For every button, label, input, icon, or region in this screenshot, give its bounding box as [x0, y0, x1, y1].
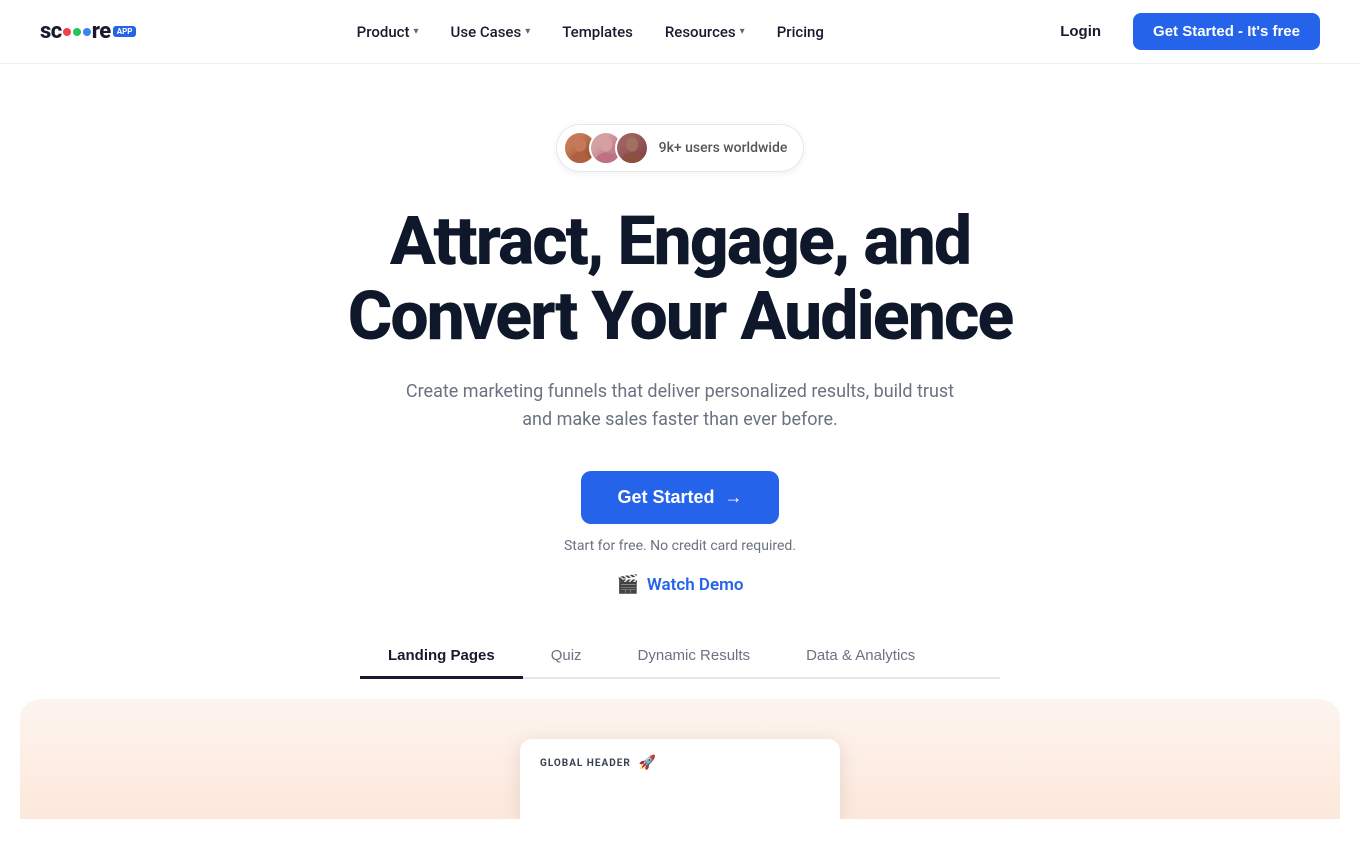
chevron-down-icon-3: ▾ [740, 26, 745, 37]
logo[interactable]: sc re APP [40, 19, 136, 44]
tab-quiz[interactable]: Quiz [523, 635, 610, 679]
get-started-nav-button[interactable]: Get Started - It's free [1133, 13, 1320, 50]
preview-card: GLOBAL HEADER 🚀 [520, 739, 840, 819]
tab-landing-pages-label: Landing Pages [388, 647, 495, 664]
login-button[interactable]: Login [1044, 15, 1117, 48]
nav-item-use-cases[interactable]: Use Cases ▾ [451, 23, 531, 41]
hero-title-line1: Attract, Engage, and [390, 201, 970, 281]
hero-title-line2: Convert Your Audience [348, 276, 1012, 356]
nav-label-pricing: Pricing [777, 23, 824, 41]
nav-links: Product ▾ Use Cases ▾ Templates Resource… [357, 23, 824, 41]
arrow-right-icon: → [725, 487, 743, 508]
watch-demo-label: Watch Demo [647, 575, 744, 595]
nav-link-templates[interactable]: Templates [562, 23, 633, 41]
hero-title: Attract, Engage, and Convert Your Audien… [348, 204, 1012, 354]
logo-text-pre: sc [40, 19, 62, 44]
free-note: Start for free. No credit card required. [564, 538, 796, 554]
hero-section: 9k+ users worldwide Attract, Engage, and… [0, 64, 1360, 859]
nav-item-pricing[interactable]: Pricing [777, 23, 824, 41]
nav-item-resources[interactable]: Resources ▾ [665, 23, 745, 41]
avatar-group [563, 131, 649, 165]
tab-dynamic-results[interactable]: Dynamic Results [610, 635, 779, 679]
tab-dynamic-results-label: Dynamic Results [638, 647, 751, 664]
tab-data-analytics[interactable]: Data & Analytics [778, 635, 943, 679]
tab-landing-pages[interactable]: Landing Pages [360, 635, 523, 679]
logo-badge: APP [113, 26, 137, 37]
nav-label-templates: Templates [562, 23, 633, 41]
nav-label-resources: Resources [665, 23, 736, 41]
tabs-section: Landing Pages Quiz Dynamic Results Data … [20, 635, 1340, 819]
navigation: sc re APP Product ▾ Use Cases ▾ Tem [0, 0, 1360, 64]
hero-subtitle: Create marketing funnels that deliver pe… [400, 378, 960, 436]
chevron-down-icon: ▾ [414, 26, 419, 37]
nav-link-pricing[interactable]: Pricing [777, 23, 824, 41]
user-social-proof: 9k+ users worldwide [556, 124, 805, 172]
star-icon: 🚀 [639, 755, 656, 771]
preview-card-header: GLOBAL HEADER 🚀 [540, 755, 820, 771]
nav-label-product: Product [357, 23, 410, 41]
nav-link-resources[interactable]: Resources ▾ [665, 23, 745, 41]
logo-dots [63, 28, 91, 36]
nav-item-product[interactable]: Product ▾ [357, 23, 419, 41]
nav-link-product[interactable]: Product ▾ [357, 23, 419, 41]
chevron-down-icon-2: ▾ [525, 26, 530, 37]
nav-label-use-cases: Use Cases [451, 23, 522, 41]
video-icon: 🎬 [616, 574, 638, 595]
preview-card-label: GLOBAL HEADER [540, 758, 631, 769]
tab-data-analytics-label: Data & Analytics [806, 647, 915, 664]
tabs-bar: Landing Pages Quiz Dynamic Results Data … [360, 635, 1000, 679]
tab-quiz-label: Quiz [551, 647, 582, 664]
get-started-label: Get Started [617, 487, 714, 508]
get-started-hero-button[interactable]: Get Started → [581, 471, 778, 524]
avatar-3 [615, 131, 649, 165]
nav-item-templates[interactable]: Templates [562, 23, 633, 41]
nav-right: Login Get Started - It's free [1044, 13, 1320, 50]
logo-text-post: re [92, 19, 111, 44]
preview-area: GLOBAL HEADER 🚀 [20, 699, 1340, 819]
nav-link-use-cases[interactable]: Use Cases ▾ [451, 23, 531, 41]
watch-demo-link[interactable]: 🎬 Watch Demo [616, 574, 743, 595]
user-count-label: 9k+ users worldwide [659, 140, 788, 156]
